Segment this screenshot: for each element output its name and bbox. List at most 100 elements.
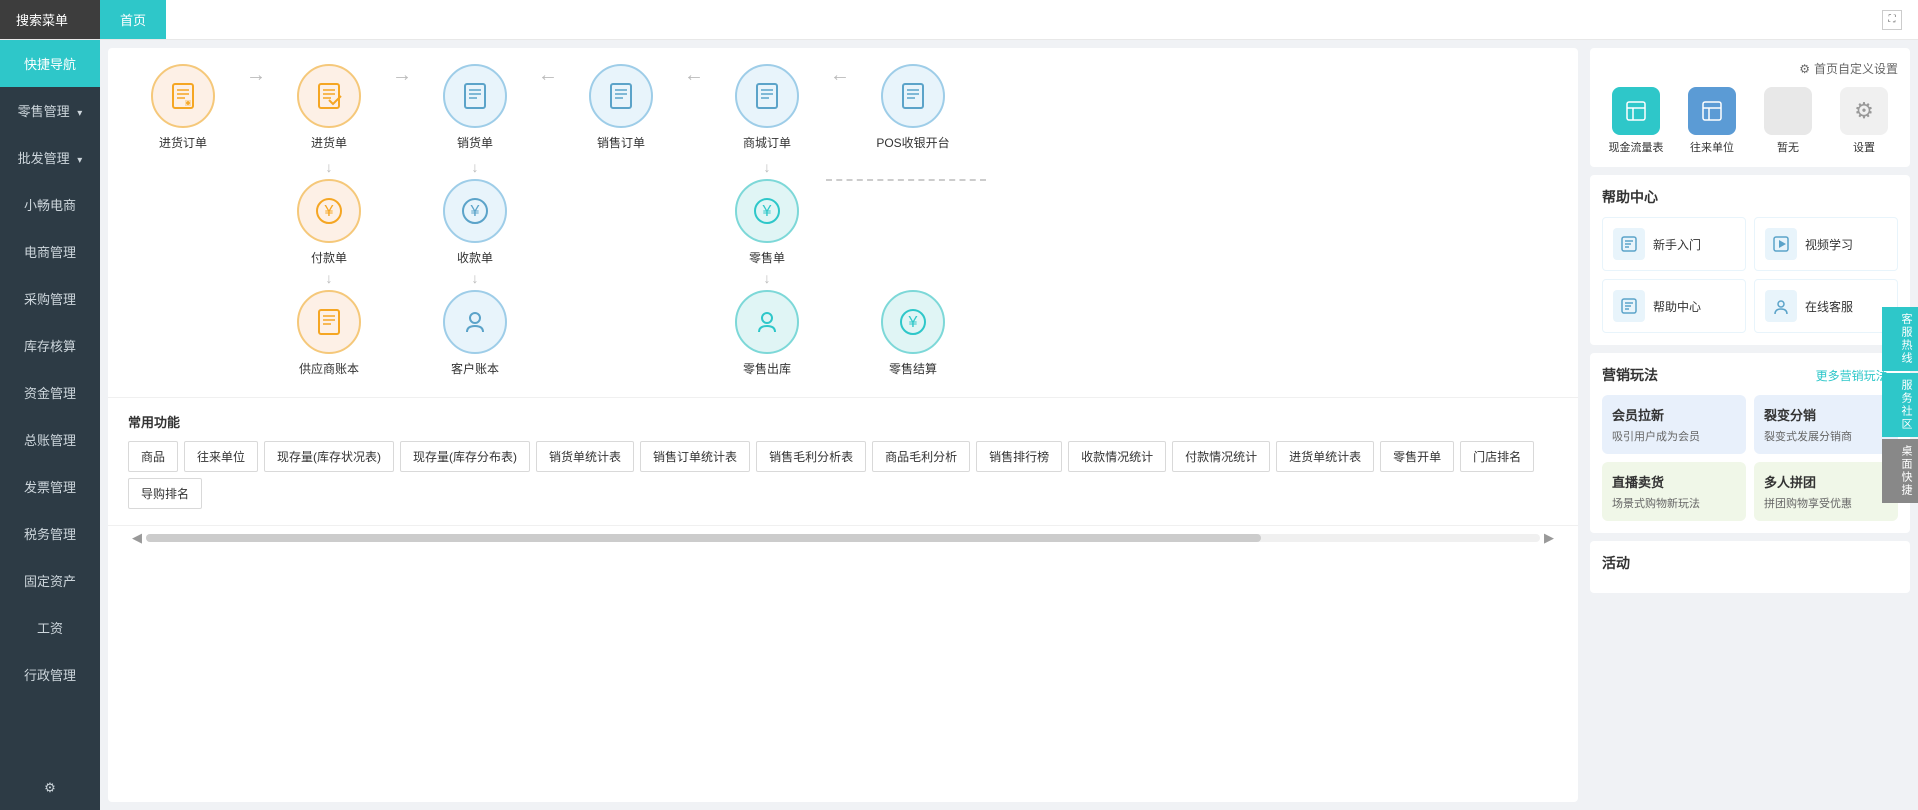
cf-btn-inventory-status[interactable]: 现存量(库存状况表) xyxy=(264,441,394,472)
arrow-2: → xyxy=(384,64,420,113)
sidebar-item-wholesale[interactable]: 批发管理 ▾ xyxy=(0,134,100,181)
receipt-label: 收款单 xyxy=(457,249,493,266)
purchase-receipt-icon xyxy=(297,64,361,128)
sidebar-item-invoice[interactable]: 发票管理 xyxy=(0,463,100,510)
purchase-order-label: 进货订单 xyxy=(159,134,207,151)
cf-btn-inventory-dist[interactable]: 现存量(库存分布表) xyxy=(400,441,530,472)
hc-item-help[interactable]: 帮助中心 xyxy=(1602,279,1746,333)
help-icon xyxy=(1613,290,1645,322)
settings-label: 设置 xyxy=(1853,139,1875,155)
flow-node-purchase-order[interactable]: 进货订单 xyxy=(128,64,238,151)
down-arrow-receipt: ↓ xyxy=(420,270,530,286)
scroll-right-arrow[interactable]: ▶ xyxy=(1540,530,1558,546)
sidebar-item-inventory[interactable]: 库存核算 xyxy=(0,322,100,369)
sidebar-item-retail[interactable]: 零售管理 ▾ xyxy=(0,87,100,134)
down-arrow-sales2 xyxy=(566,159,676,175)
sidebar-item-finance[interactable]: 资金管理 xyxy=(0,369,100,416)
cashflow-icon xyxy=(1612,87,1660,135)
cf-btn-unit[interactable]: 往来单位 xyxy=(184,441,258,472)
mk-item-live[interactable]: 直播卖货 场景式购物新玩法 xyxy=(1602,462,1746,521)
flow-node-supplier[interactable]: 供应商账本 xyxy=(274,290,384,377)
flow-node-customer[interactable]: 客户账本 xyxy=(420,290,530,377)
retail-order-icon: ¥ xyxy=(735,179,799,243)
cashflow-label: 现金流量表 xyxy=(1609,139,1664,155)
arrow-4: → xyxy=(676,64,712,113)
cf-btn-product[interactable]: 商品 xyxy=(128,441,178,472)
sidebar-gear-icon[interactable]: ⚙ xyxy=(0,766,100,810)
customer-label: 客户账本 xyxy=(451,360,499,377)
sidebar-item-assets[interactable]: 固定资产 xyxy=(0,557,100,604)
float-btn-service[interactable]: 客服热线 xyxy=(1882,307,1918,371)
customer-icon xyxy=(443,290,507,354)
beginner-label: 新手入门 xyxy=(1653,236,1701,253)
tab-home[interactable]: 首页 xyxy=(100,0,166,39)
sales-receipt-label: 销货单 xyxy=(457,134,493,151)
float-btn-community[interactable]: 服务社区 xyxy=(1882,373,1918,437)
hc-item-support[interactable]: 在线客服 xyxy=(1754,279,1898,333)
cf-btn-purchase-stat[interactable]: 进货单统计表 xyxy=(1276,441,1374,472)
payment-icon: ¥ xyxy=(297,179,361,243)
qa-item-settings[interactable]: ⚙ 设置 xyxy=(1830,87,1898,155)
cf-btn-receipt-stat[interactable]: 收款情况统计 xyxy=(1068,441,1166,472)
flow-node-retail-settle[interactable]: ¥ 零售结算 xyxy=(858,290,968,377)
sidebar-item-procurement[interactable]: 采购管理 xyxy=(0,275,100,322)
qa-item-units[interactable]: 往来单位 xyxy=(1678,87,1746,155)
sidebar-item-quicknav[interactable]: 快捷导航 xyxy=(0,40,100,87)
cf-btn-store-rank[interactable]: 门店排名 xyxy=(1460,441,1534,472)
qa-settings-header[interactable]: ⚙ 首页自定义设置 xyxy=(1602,60,1898,77)
quick-access-panel: ⚙ 首页自定义设置 现金流量表 往来单位 xyxy=(1590,48,1910,167)
mk-item-member[interactable]: 会员拉新 吸引用户成为会员 xyxy=(1602,395,1746,454)
cf-btn-sales-stat[interactable]: 销货单统计表 xyxy=(536,441,634,472)
sidebar-item-ledger[interactable]: 总账管理 xyxy=(0,416,100,463)
top-bar: 搜索菜单 首页 ⛶ xyxy=(0,0,1918,40)
hc-item-video[interactable]: 视频学习 xyxy=(1754,217,1898,271)
sidebar-item-ecommerce[interactable]: 电商管理 xyxy=(0,228,100,275)
main-layout: 快捷导航 零售管理 ▾ 批发管理 ▾ 小畅电商 电商管理 采购管理 库存核算 资… xyxy=(0,40,1918,810)
cf-btn-retail-order[interactable]: 零售开单 xyxy=(1380,441,1454,472)
retail-order-label: 零售单 xyxy=(749,249,785,266)
flow-node-sales-receipt[interactable]: 销货单 xyxy=(420,64,530,151)
common-functions: 常用功能 商品 往来单位 现存量(库存状况表) 现存量(库存分布表) 销货单统计… xyxy=(108,402,1578,525)
hc-item-beginner[interactable]: 新手入门 xyxy=(1602,217,1746,271)
scroll-track[interactable] xyxy=(146,534,1540,542)
flow-node-retail-order[interactable]: ¥ 零售单 xyxy=(712,179,822,266)
cf-btn-order-stat[interactable]: 销售订单统计表 xyxy=(640,441,750,472)
flow-node-mall-order[interactable]: 商城订单 xyxy=(712,64,822,151)
mk-item-group[interactable]: 多人拼团 拼团购物享受优惠 xyxy=(1754,462,1898,521)
search-menu-button[interactable]: 搜索菜单 xyxy=(0,0,100,39)
horizontal-scrollbar: ◀ ▶ xyxy=(108,525,1578,550)
qa-grid: 现金流量表 往来单位 暂无 ⚙ 设置 xyxy=(1602,87,1898,155)
flow-node-pos[interactable]: POS收银开台 xyxy=(858,64,968,151)
flow-node-receipt[interactable]: ¥ 收款单 xyxy=(420,179,530,266)
fullscreen-button[interactable]: ⛶ xyxy=(1882,10,1902,30)
hc-title: 帮助中心 xyxy=(1602,187,1898,207)
scroll-left-arrow[interactable]: ◀ xyxy=(128,530,146,546)
dashed-connector xyxy=(826,179,986,207)
sidebar-item-ecommerce-small[interactable]: 小畅电商 xyxy=(0,181,100,228)
cf-btn-guide-rank[interactable]: 导购排名 xyxy=(128,478,202,509)
cf-btn-product-margin[interactable]: 商品毛利分析 xyxy=(872,441,970,472)
cf-btn-sales-rank[interactable]: 销售排行榜 xyxy=(976,441,1062,472)
cf-btn-sales-margin[interactable]: 销售毛利分析表 xyxy=(756,441,866,472)
mk-member-title: 会员拉新 xyxy=(1612,405,1736,424)
mk-member-desc: 吸引用户成为会员 xyxy=(1612,428,1736,444)
svg-text:¥: ¥ xyxy=(762,203,772,220)
cf-btn-payment-stat[interactable]: 付款情况统计 xyxy=(1172,441,1270,472)
help-center-panel: 帮助中心 新手入门 视频学习 xyxy=(1590,175,1910,345)
flow-node-purchase-receipt[interactable]: 进货单 xyxy=(274,64,384,151)
support-icon xyxy=(1765,290,1797,322)
mall-order-icon xyxy=(735,64,799,128)
flow-node-retail-out[interactable]: 零售出库 xyxy=(712,290,822,377)
qa-item-none[interactable]: 暂无 xyxy=(1754,87,1822,155)
arrow-5: → xyxy=(822,64,858,113)
sidebar-item-tax[interactable]: 税务管理 xyxy=(0,510,100,557)
sidebar-item-payroll[interactable]: 工资 xyxy=(0,604,100,651)
units-icon xyxy=(1688,87,1736,135)
flow-node-payment[interactable]: ¥ 付款单 xyxy=(274,179,384,266)
purchase-order-icon xyxy=(151,64,215,128)
sidebar-item-admin[interactable]: 行政管理 xyxy=(0,651,100,698)
qa-item-cashflow[interactable]: 现金流量表 xyxy=(1602,87,1670,155)
float-btn-desktop[interactable]: 桌面快捷 xyxy=(1882,439,1918,503)
mk-item-fission[interactable]: 裂变分销 裂变式发展分销商 xyxy=(1754,395,1898,454)
flow-node-sales-order[interactable]: 销售订单 xyxy=(566,64,676,151)
